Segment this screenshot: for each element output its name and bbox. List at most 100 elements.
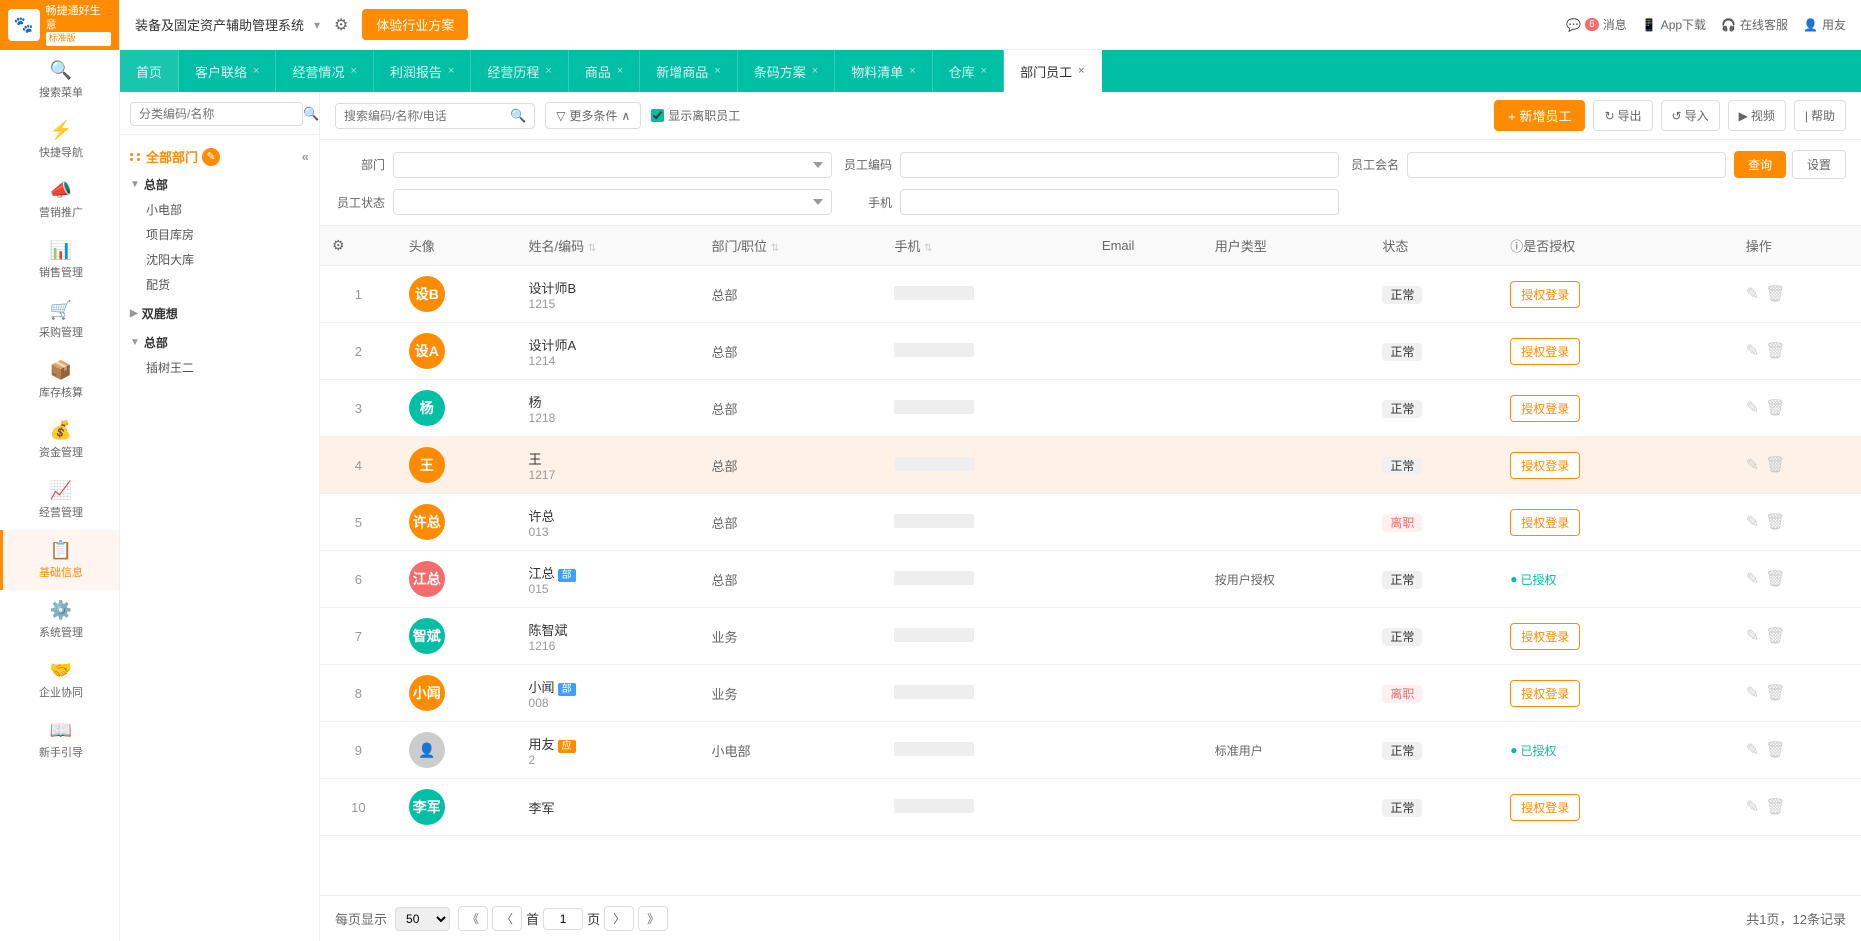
collapse-icon[interactable]: « [302,149,309,164]
close-icon[interactable]: × [812,65,818,77]
first-page-button[interactable]: 《 [458,906,488,931]
close-icon[interactable]: × [448,65,454,77]
edit-icon[interactable]: ✎ [1746,569,1759,589]
delete-icon[interactable]: 🗑 [1765,626,1785,646]
auth-button[interactable]: 授权登录 [1510,623,1580,650]
close-icon[interactable]: × [617,65,623,77]
close-icon[interactable]: × [253,65,259,77]
view-button[interactable]: ▶ 视频 [1728,100,1786,131]
settings-icon[interactable]: ⚙ [332,237,345,253]
tab-goods[interactable]: 商品 × [569,50,640,92]
search-input[interactable] [344,109,504,123]
close-icon[interactable]: × [350,65,356,77]
per-page-select[interactable]: 50 100 200 [395,907,450,931]
sidebar-item-marketing[interactable]: 📣 营销推广 [0,170,119,230]
message-button[interactable]: 💬 6 消息 [1566,16,1627,33]
edit-icon[interactable]: ✎ [1746,455,1759,475]
tab-new-goods[interactable]: 新增商品 × [640,50,737,92]
dept-filter-select[interactable] [393,152,832,178]
reset-button[interactable]: 设置 [1792,150,1846,179]
dept-section-title[interactable]: ▼ 总部 [120,172,319,197]
search-button[interactable]: 查询 [1734,151,1786,178]
tab-profit[interactable]: 利润报告 × [374,50,471,92]
dept-search-input[interactable] [130,102,303,126]
dropdown-arrow[interactable]: ▾ [314,18,320,32]
dept-child-project[interactable]: 项目库房 [120,222,319,247]
sidebar-item-sales[interactable]: 📊 销售管理 [0,230,119,290]
prev-page-button[interactable]: 〈 [492,906,522,931]
app-download-button[interactable]: 📱 App下载 [1642,16,1706,33]
dept-child-shenyang[interactable]: 沈阳大库 [120,247,319,272]
sidebar-item-basic[interactable]: 📋 基础信息 [0,530,119,590]
sidebar-item-inventory[interactable]: 📦 库存核算 [0,350,119,410]
experience-button[interactable]: 体验行业方案 [362,9,468,40]
close-icon[interactable]: × [545,65,551,77]
delete-icon[interactable]: 🗑 [1765,797,1785,817]
edit-icon[interactable]: ✎ [1746,398,1759,418]
empcode-filter-input[interactable] [900,152,1339,178]
col-name[interactable]: 姓名/编码 ⇅ [517,226,700,266]
delete-icon[interactable]: 🗑 [1765,341,1785,361]
edit-icon[interactable]: ✎ [1746,341,1759,361]
auth-button[interactable]: 授权登录 [1510,794,1580,821]
dept-child-insert[interactable]: 插树王二 [120,355,319,380]
sidebar-item-finance[interactable]: 💰 资金管理 [0,410,119,470]
tab-operation[interactable]: 经营情况 × [276,50,373,92]
delete-icon[interactable]: 🗑 [1765,398,1785,418]
delete-icon[interactable]: 🗑 [1765,284,1785,304]
dept-child-xiaodian[interactable]: 小电部 [120,197,319,222]
last-page-button[interactable]: 》 [638,906,668,931]
edit-icon[interactable]: ✎ [1746,740,1759,760]
show-resigned-checkbox[interactable]: 显示离职员工 [651,107,740,124]
delete-icon[interactable]: 🗑 [1765,569,1785,589]
col-phone[interactable]: 手机 ⇅ [882,226,1090,266]
tab-customer[interactable]: 客户联络 × [179,50,276,92]
close-icon[interactable]: × [1078,65,1084,77]
sort-icon[interactable]: ⇅ [771,243,779,254]
user-menu[interactable]: 👤 用友 [1803,16,1846,33]
import-button[interactable]: ↺ 导入 [1661,100,1720,131]
dept-section-title-shuanglu[interactable]: ▶ 双鹿想 [120,301,319,326]
auth-button[interactable]: 授权登录 [1510,452,1580,479]
export-button[interactable]: ↻ 导出 [1593,100,1652,131]
auth-button[interactable]: 授权登录 [1510,509,1580,536]
page-input[interactable] [543,908,583,930]
tab-barcode[interactable]: 条码方案 × [738,50,835,92]
online-service-button[interactable]: 🎧 在线客服 [1721,16,1788,33]
status-filter-select[interactable] [393,189,832,215]
dept-section-title-hq2[interactable]: ▼ 总部 [120,330,319,355]
auth-button[interactable]: 授权登录 [1510,395,1580,422]
help-button[interactable]: | 帮助 [1794,100,1846,131]
tab-bom[interactable]: 物料清单 × [835,50,932,92]
add-employee-button[interactable]: + 新增员工 [1494,100,1585,131]
next-page-button[interactable]: 〉 [604,906,634,931]
gear-icon[interactable]: ⚙ [330,11,352,39]
col-gear[interactable]: ⚙ [320,226,397,266]
edit-icon[interactable]: ✎ [1746,626,1759,646]
delete-icon[interactable]: 🗑 [1765,455,1785,475]
auth-button[interactable]: 授权登录 [1510,680,1580,707]
more-filters-button[interactable]: ▽ 更多条件 ∧ [545,102,641,129]
dept-edit-button[interactable]: ✎ [202,148,220,166]
edit-icon[interactable]: ✎ [1746,284,1759,304]
dept-child-distribution[interactable]: 配货 [120,272,319,297]
delete-icon[interactable]: 🗑 [1765,740,1785,760]
sidebar-item-collab[interactable]: 🤝 企业协同 [0,650,119,710]
tab-history[interactable]: 经营历程 × [471,50,568,92]
sidebar-item-operation[interactable]: 📈 经营管理 [0,470,119,530]
delete-icon[interactable]: 🗑 [1765,683,1785,703]
close-icon[interactable]: × [714,65,720,77]
close-icon[interactable]: × [909,65,915,77]
tab-employee[interactable]: 部门员工 × [1004,50,1101,92]
sidebar-item-search[interactable]: 🔍 搜索菜单 [0,50,119,110]
all-dept-header[interactable]: 全部部门 ✎ « [120,143,319,170]
auth-button[interactable]: 授权登录 [1510,281,1580,308]
sidebar-item-system[interactable]: ⚙️ 系统管理 [0,590,119,650]
close-icon[interactable]: × [981,65,987,77]
phone-filter-input[interactable] [900,189,1339,215]
delete-icon[interactable]: 🗑 [1765,512,1785,532]
sort-icon[interactable]: ⇅ [588,243,596,254]
tab-home[interactable]: 首页 [120,50,179,92]
col-dept[interactable]: 部门/职位 ⇅ [699,226,882,266]
sort-icon[interactable]: ⇅ [924,243,932,254]
